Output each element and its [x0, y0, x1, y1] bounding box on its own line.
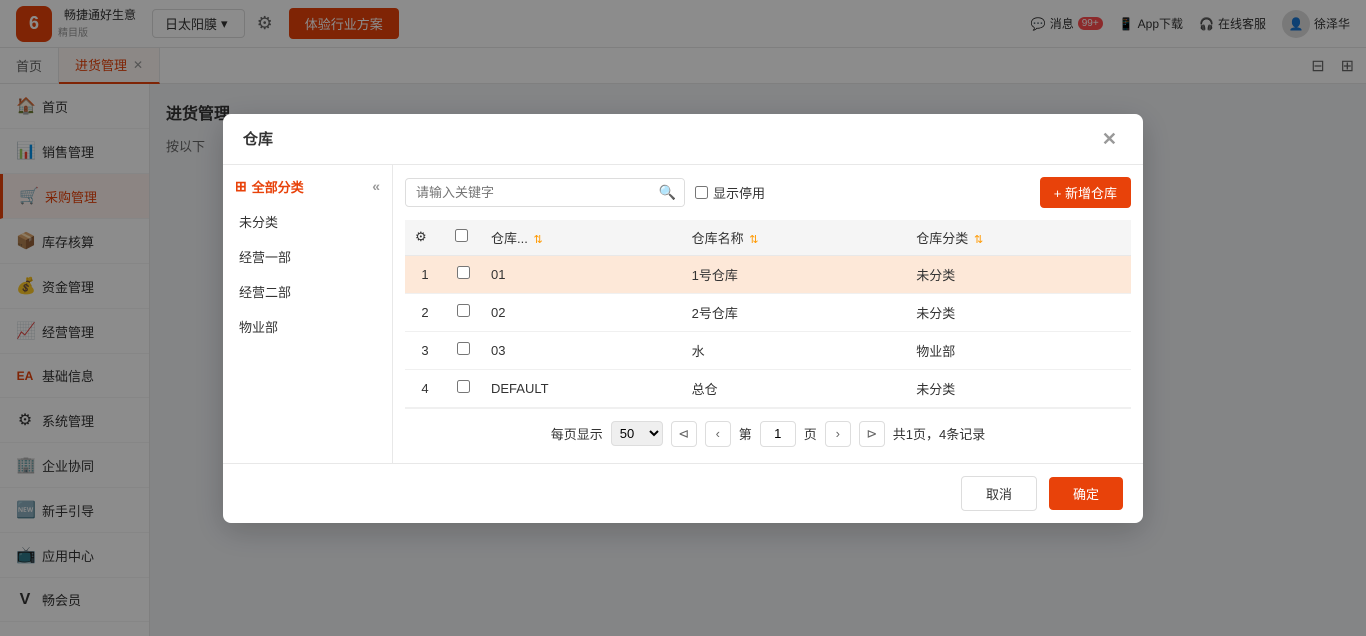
last-page-button[interactable]: ⊳ [859, 421, 885, 447]
show-disabled-checkbox-label[interactable]: 显示停用 [695, 183, 765, 202]
td-no-4: 4 [405, 369, 445, 407]
page-unit: 页 [804, 424, 817, 443]
search-input[interactable] [406, 180, 651, 205]
td-code-2: 02 [481, 293, 682, 331]
search-box: 🔍 [405, 178, 685, 207]
category-item-dept1[interactable]: 经营一部 [223, 239, 392, 274]
modal-footer: 取消 确定 [223, 463, 1143, 523]
warehouse-modal: 仓库 ✕ ⊞ 全部分类 « 未分类 经营一部 [223, 114, 1143, 523]
td-category-2: 未分类 [906, 293, 1131, 331]
table-panel: 🔍 显示停用 + 新增仓库 ⚙ [393, 165, 1143, 463]
select-all-checkbox[interactable] [455, 229, 468, 242]
td-no-1: 1 [405, 255, 445, 293]
td-category-1: 未分类 [906, 255, 1131, 293]
sort-category-icon[interactable]: ⇅ [974, 234, 983, 246]
td-check-4[interactable] [445, 369, 481, 407]
td-name-3: 水 [682, 331, 907, 369]
warehouse-table: ⚙ 仓库... ⇅ 仓库名称 ⇅ [405, 220, 1131, 408]
sort-name-icon[interactable]: ⇅ [749, 234, 758, 246]
modal-title: 仓库 [243, 128, 273, 149]
first-page-button[interactable]: ⊲ [671, 421, 697, 447]
category-header-label: 全部分类 [252, 177, 304, 196]
table-body: 1 01 1号仓库 未分类 2 02 2号仓库 未分类 [405, 255, 1131, 407]
td-name-1: 1号仓库 [682, 255, 907, 293]
row-checkbox-3[interactable] [457, 342, 470, 355]
category-item-property[interactable]: 物业部 [223, 309, 392, 344]
th-category: 仓库分类 ⇅ [906, 220, 1131, 256]
sort-code-icon[interactable]: ⇅ [533, 234, 542, 246]
table-row[interactable]: 4 DEFAULT 总仓 未分类 [405, 369, 1131, 407]
table-header: ⚙ 仓库... ⇅ 仓库名称 ⇅ [405, 220, 1131, 256]
per-page-label: 每页显示 [551, 424, 603, 443]
td-code-4: DEFAULT [481, 369, 682, 407]
td-check-3[interactable] [445, 331, 481, 369]
td-name-4: 总仓 [682, 369, 907, 407]
th-code: 仓库... ⇅ [481, 220, 682, 256]
td-check-2[interactable] [445, 293, 481, 331]
th-settings: ⚙ [405, 220, 445, 256]
table-toolbar: 🔍 显示停用 + 新增仓库 [405, 177, 1131, 208]
th-check [445, 220, 481, 256]
cancel-button[interactable]: 取消 [961, 476, 1037, 511]
page-label: 第 [739, 424, 752, 443]
td-category-3: 物业部 [906, 331, 1131, 369]
table-row[interactable]: 2 02 2号仓库 未分类 [405, 293, 1131, 331]
search-button[interactable]: 🔍 [651, 179, 684, 206]
row-checkbox-2[interactable] [457, 304, 470, 317]
page-number-input[interactable] [760, 421, 796, 447]
td-code-1: 01 [481, 255, 682, 293]
td-no-2: 2 [405, 293, 445, 331]
category-panel: ⊞ 全部分类 « 未分类 经营一部 经营二部 物业部 [223, 165, 393, 463]
grid-icon: ⊞ [235, 178, 247, 195]
td-no-3: 3 [405, 331, 445, 369]
modal-header: 仓库 ✕ [223, 114, 1143, 165]
modal-body: ⊞ 全部分类 « 未分类 经营一部 经营二部 物业部 [223, 165, 1143, 463]
confirm-button[interactable]: 确定 [1049, 477, 1123, 510]
table-row[interactable]: 3 03 水 物业部 [405, 331, 1131, 369]
category-header: ⊞ 全部分类 « [223, 177, 392, 204]
table-row[interactable]: 1 01 1号仓库 未分类 [405, 255, 1131, 293]
show-disabled-label: 显示停用 [713, 183, 765, 202]
prev-page-button[interactable]: ‹ [705, 421, 731, 447]
per-page-select[interactable]: 50 10 20 100 [611, 421, 663, 446]
category-item-unclassified[interactable]: 未分类 [223, 204, 392, 239]
row-checkbox-4[interactable] [457, 380, 470, 393]
pagination-row: 每页显示 50 10 20 100 ⊲ ‹ 第 页 › ⊳ 共1页，4条记录 [405, 408, 1131, 451]
show-disabled-checkbox[interactable] [695, 186, 708, 199]
td-category-4: 未分类 [906, 369, 1131, 407]
td-check-1[interactable] [445, 255, 481, 293]
td-code-3: 03 [481, 331, 682, 369]
settings-icon: ⚙ [415, 229, 427, 244]
th-name: 仓库名称 ⇅ [682, 220, 907, 256]
row-checkbox-1[interactable] [457, 266, 470, 279]
total-info: 共1页，4条记录 [893, 424, 985, 443]
add-warehouse-button[interactable]: + 新增仓库 [1040, 177, 1131, 208]
modal-overlay: 仓库 ✕ ⊞ 全部分类 « 未分类 经营一部 [0, 0, 1366, 636]
modal-close-button[interactable]: ✕ [1096, 128, 1123, 150]
category-item-dept2[interactable]: 经营二部 [223, 274, 392, 309]
td-name-2: 2号仓库 [682, 293, 907, 331]
next-page-button[interactable]: › [825, 421, 851, 447]
category-collapse-button[interactable]: « [372, 178, 380, 194]
